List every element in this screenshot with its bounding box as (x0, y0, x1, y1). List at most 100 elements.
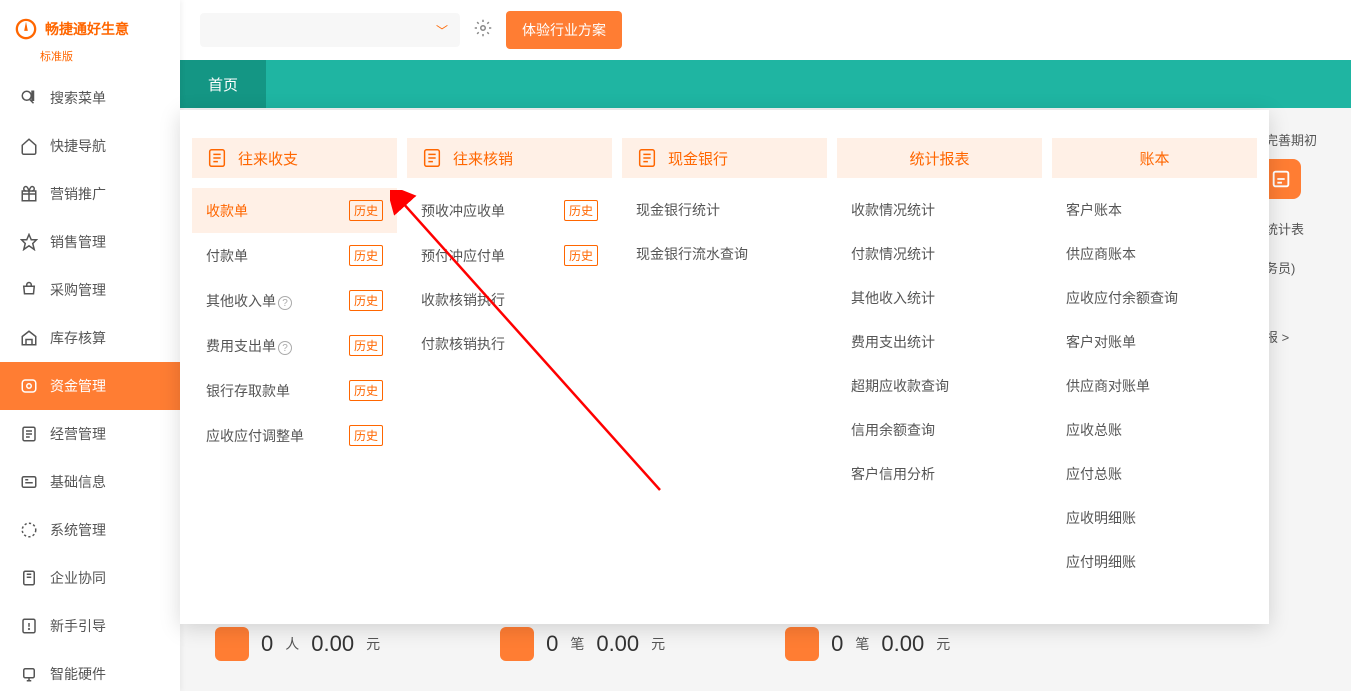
org-selector[interactable]: ﹀ (200, 13, 460, 47)
mega-column-title: 账本 (1139, 148, 1169, 169)
history-tag[interactable]: 历史 (564, 245, 598, 266)
tab-home[interactable]: 首页 (180, 60, 266, 108)
right-item[interactable]: 完善期初 (1261, 120, 1351, 159)
stat-icon (500, 627, 534, 661)
stat-value-unit: 元 (651, 634, 665, 654)
help-icon[interactable]: ? (278, 341, 292, 355)
history-tag[interactable]: 历史 (349, 245, 383, 266)
mega-menu-item[interactable]: 应付总账 (1052, 452, 1257, 496)
mega-item-label: 收款核销执行 (421, 290, 505, 310)
mega-menu-item[interactable]: 信用余额查询 (837, 408, 1042, 452)
sidebar-item-hardware[interactable]: 智能硬件 (0, 650, 180, 691)
stat-value: 0.00 (596, 631, 639, 657)
sidebar-item-manage[interactable]: 经营管理 (0, 410, 180, 458)
right-item[interactable]: 统计表 (1261, 209, 1351, 248)
stat-block: 0笔 0.00元 (500, 627, 665, 661)
mega-item-label: 付款情况统计 (851, 244, 935, 264)
mega-menu-item[interactable]: 供应商对账单 (1052, 364, 1257, 408)
mega-menu-item[interactable]: 付款核销执行 (407, 322, 612, 366)
history-tag[interactable]: 历史 (349, 425, 383, 446)
sidebar-item-label: 库存核算 (50, 328, 106, 348)
history-tag[interactable]: 历史 (564, 200, 598, 221)
manage-icon (20, 425, 38, 443)
sidebar-item-warehouse[interactable]: 库存核算 (0, 314, 180, 362)
mega-item-label: 付款核销执行 (421, 334, 505, 354)
mega-menu-item[interactable]: 现金银行统计 (622, 188, 827, 232)
mega-menu-item[interactable]: 收款核销执行 (407, 278, 612, 322)
mega-item-label: 客户对账单 (1066, 332, 1136, 352)
stat-count-unit: 笔 (855, 634, 869, 654)
system-icon (20, 521, 38, 539)
mega-item-label: 收款情况统计 (851, 200, 935, 220)
mega-menu-item[interactable]: 应付明细账 (1052, 540, 1257, 584)
mega-menu-item[interactable]: 客户信用分析 (837, 452, 1042, 496)
stat-value: 0.00 (881, 631, 924, 657)
mega-menu-item[interactable]: 费用支出统计 (837, 320, 1042, 364)
search-icon (20, 89, 38, 107)
mega-item-label: 供应商账本 (1066, 244, 1136, 264)
sidebar-item-sale[interactable]: 销售管理 (0, 218, 180, 266)
sidebar-item-gift[interactable]: 营销推广 (0, 170, 180, 218)
sidebar-item-collab[interactable]: 企业协同 (0, 554, 180, 602)
sidebar-item-info[interactable]: 基础信息 (0, 458, 180, 506)
history-tag[interactable]: 历史 (349, 200, 383, 221)
mega-menu-item[interactable]: 应收应付调整单历史 (192, 413, 397, 458)
sidebar-item-label: 企业协同 (50, 568, 106, 588)
mega-item-label: 预收冲应收单 (421, 201, 505, 221)
mega-menu-item[interactable]: 应收总账 (1052, 408, 1257, 452)
sidebar-item-home[interactable]: 快捷导航 (0, 122, 180, 170)
sidebar-item-label: 营销推广 (50, 184, 106, 204)
mega-item-label: 应收明细账 (1066, 508, 1136, 528)
help-icon[interactable]: ? (278, 296, 292, 310)
right-item[interactable]: 务员) (1261, 248, 1351, 287)
mega-menu-item[interactable]: 收款单历史 (192, 188, 397, 233)
mega-menu-item[interactable]: 其他收入单?历史 (192, 278, 397, 323)
mega-menu-item[interactable]: 应收明细账 (1052, 496, 1257, 540)
mega-menu-item[interactable]: 费用支出单? 历史 (192, 323, 397, 368)
home-icon (20, 137, 38, 155)
mega-menu-item[interactable]: 预付冲应付单历史 (407, 233, 612, 278)
mega-menu-item[interactable]: 现金银行流水查询 (622, 232, 827, 276)
mega-item-label: 应付总账 (1066, 464, 1122, 484)
mega-menu-item[interactable]: 超期应收款查询 (837, 364, 1042, 408)
mega-menu-item[interactable]: 客户账本 (1052, 188, 1257, 232)
sidebar-item-search[interactable]: 搜索菜单 (0, 74, 180, 122)
industry-plan-button[interactable]: 体验行业方案 (506, 11, 622, 49)
sidebar-item-system[interactable]: 系统管理 (0, 506, 180, 554)
mega-item-label: 现金银行流水查询 (636, 244, 748, 264)
mega-item-label: 银行存取款单 (206, 381, 290, 401)
collab-icon (20, 569, 38, 587)
mega-menu-item[interactable]: 收款情况统计 (837, 188, 1042, 232)
mega-menu-item[interactable]: 银行存取款单 历史 (192, 368, 397, 413)
stat-block: 0笔 0.00元 (785, 627, 950, 661)
mega-menu-item[interactable]: 客户对账单 (1052, 320, 1257, 364)
history-tag[interactable]: 历史 (349, 290, 383, 311)
stat-icon (785, 627, 819, 661)
sidebar-item-guide[interactable]: 新手引导 (0, 602, 180, 650)
right-item[interactable]: 报 > (1261, 317, 1351, 356)
mega-item-label: 付款单 (206, 246, 248, 266)
stat-count: 0 (546, 631, 558, 657)
gear-icon[interactable] (474, 19, 492, 42)
sidebar-item-label: 新手引导 (50, 616, 106, 636)
sidebar-item-money[interactable]: 资金管理 (0, 362, 180, 410)
history-tag[interactable]: 历史 (349, 380, 383, 401)
mega-menu: 往来收支收款单历史付款单历史其他收入单?历史费用支出单?历史银行存取款单历史应收… (180, 110, 1269, 624)
mega-menu-item[interactable]: 付款单 历史 (192, 233, 397, 278)
mega-menu-item[interactable]: 供应商账本 (1052, 232, 1257, 276)
mega-menu-item[interactable]: 其他收入统计 (837, 276, 1042, 320)
mega-menu-item[interactable]: 应收应付余额查询 (1052, 276, 1257, 320)
sidebar-item-cart[interactable]: 采购管理 (0, 266, 180, 314)
history-tag[interactable]: 历史 (349, 335, 383, 356)
stat-value: 0.00 (311, 631, 354, 657)
mega-column: 账本客户账本供应商账本应收应付余额查询客户对账单供应商对账单应收总账应付总账应收… (1052, 138, 1257, 584)
mega-column-header: 往来收支 (192, 138, 397, 178)
stat-value-unit: 元 (936, 634, 950, 654)
guide-icon (20, 617, 38, 635)
sidebar-item-label: 销售管理 (50, 232, 106, 252)
mega-item-label: 信用余额查询 (851, 420, 935, 440)
mega-item-label: 费用支出单? (206, 336, 292, 356)
mega-item-label: 客户信用分析 (851, 464, 935, 484)
mega-menu-item[interactable]: 付款情况统计 (837, 232, 1042, 276)
mega-menu-item[interactable]: 预收冲应收单 历史 (407, 188, 612, 233)
